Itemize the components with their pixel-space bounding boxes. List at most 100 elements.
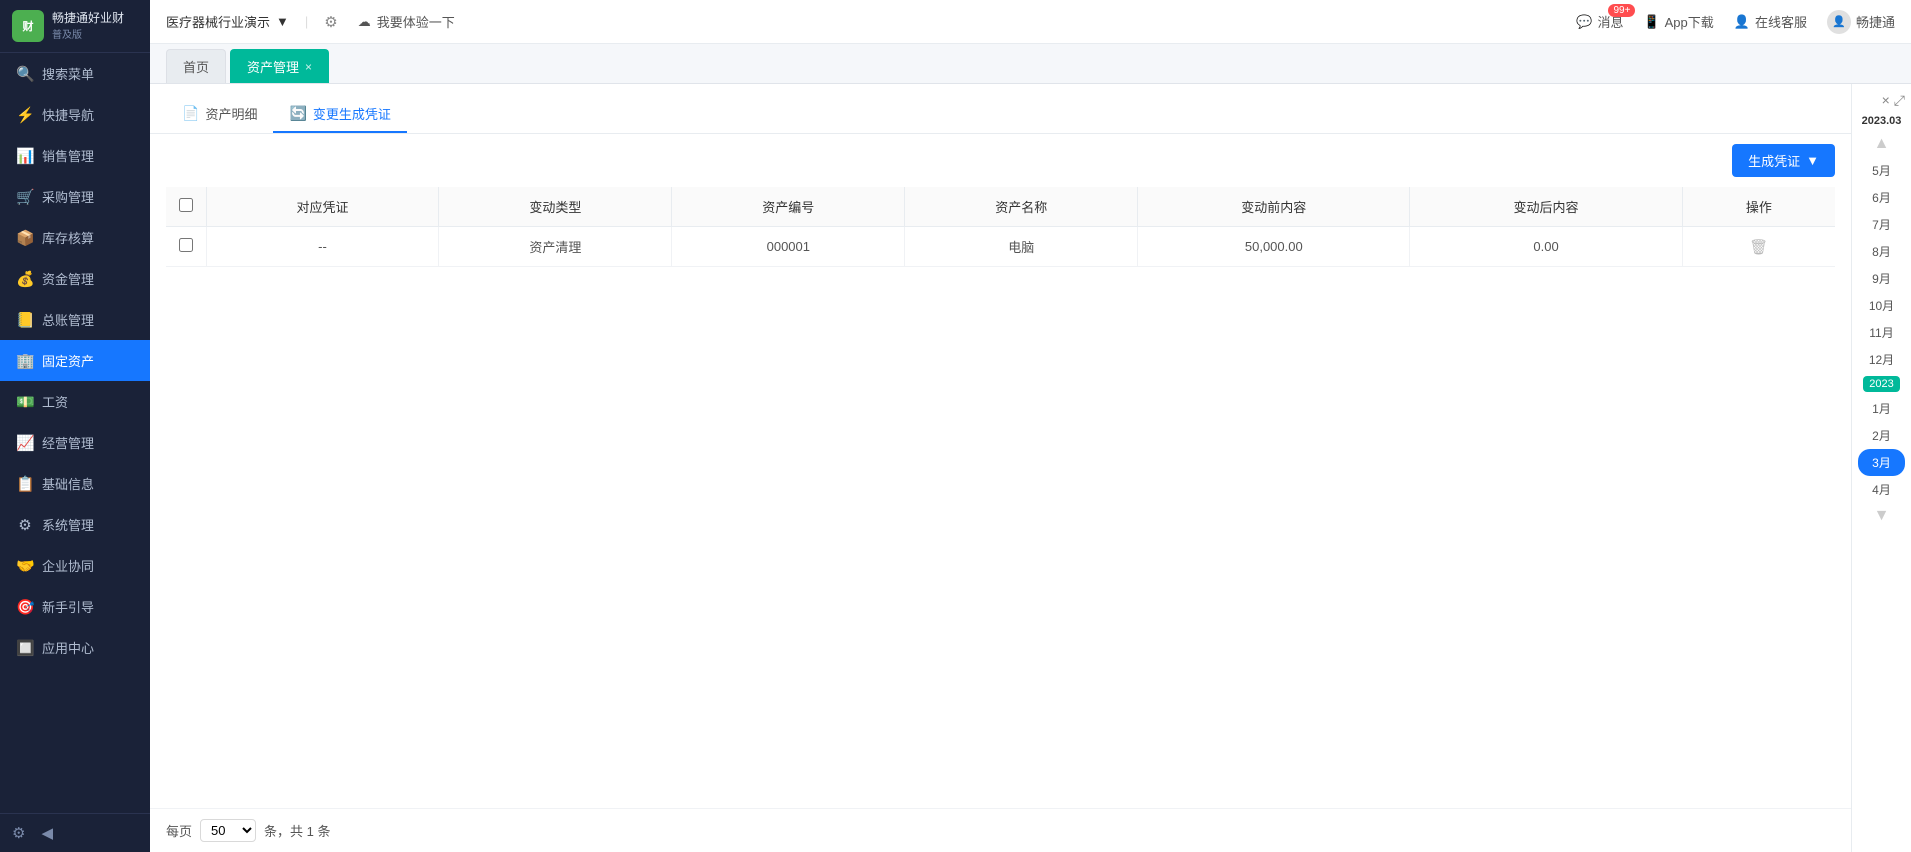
logo-icon: 财: [12, 10, 44, 42]
money-icon: 💰: [16, 270, 34, 288]
row-before-change: 50,000.00: [1138, 227, 1410, 267]
ledger-icon: 📒: [16, 311, 34, 329]
lightning-icon: ⚡: [16, 106, 34, 124]
right-panel-year-badge: 2023: [1863, 376, 1899, 392]
right-panel-month-7[interactable]: 7月: [1852, 211, 1911, 238]
row-asset-code: 000001: [672, 227, 905, 267]
sidebar-collapse-btn[interactable]: ◀: [41, 824, 53, 842]
generate-voucher-button[interactable]: 生成凭证 ▼: [1732, 144, 1835, 177]
sidebar-item-search[interactable]: 🔍 搜索菜单: [0, 53, 150, 94]
right-panel-month-2[interactable]: 2月: [1852, 422, 1911, 449]
phone-icon: 📱: [1643, 14, 1659, 30]
support-label: 在线客服: [1755, 12, 1807, 31]
row-after-change: 0.00: [1410, 227, 1682, 267]
col-asset-name: 资产名称: [905, 187, 1138, 227]
refresh-icon: 🔄: [289, 105, 306, 122]
tab-home-label: 首页: [183, 57, 209, 76]
sidebar-item-label: 采购管理: [42, 187, 94, 206]
right-panel-month-1[interactable]: 1月: [1852, 395, 1911, 422]
sidebar-item-payroll[interactable]: 💵 工资: [0, 381, 150, 422]
topbar: 医疗器械行业演示 ▼ | ⚙ ☁ 我要体验一下 💬 消息 99+ 📱 App下载…: [150, 0, 1911, 44]
sub-tab-change-voucher[interactable]: 🔄 变更生成凭证: [273, 96, 406, 133]
tab-asset-management-label: 资产管理: [247, 57, 299, 76]
asset-table: 对应凭证 变动类型 资产编号 资产名称 变动前内容 变动后内容 操作: [166, 187, 1835, 267]
right-panel-month-3-active[interactable]: 3月: [1858, 449, 1905, 476]
right-panel-month-6[interactable]: 6月: [1852, 184, 1911, 211]
tab-close-icon[interactable]: ×: [305, 60, 312, 74]
sidebar-item-operations[interactable]: 📈 经营管理: [0, 422, 150, 463]
right-panel-year-label: 2023.03: [1852, 113, 1911, 131]
content-area: 📄 资产明细 🔄 变更生成凭证 生成凭证 ▼: [150, 84, 1911, 852]
sidebar-item-label: 销售管理: [42, 146, 94, 165]
row-voucher: --: [206, 227, 439, 267]
delete-row-button[interactable]: 🗑: [1749, 239, 1768, 256]
sidebar-nav: 🔍 搜索菜单 ⚡ 快捷导航 📊 销售管理 🛒 采购管理 📦 库存核算 💰 资金管…: [0, 53, 150, 813]
experience-btn[interactable]: ☁ 我要体验一下: [358, 12, 455, 31]
page-size-select[interactable]: 50 10 20 100: [200, 819, 256, 842]
sidebar-item-basic-info[interactable]: 📋 基础信息: [0, 463, 150, 504]
message-icon: 💬: [1576, 14, 1592, 30]
right-panel-month-8[interactable]: 8月: [1852, 238, 1911, 265]
tabbar: 首页 资产管理 ×: [150, 44, 1911, 84]
cloud-icon: ☁: [358, 14, 371, 30]
logo-text: 畅捷通好业财: [52, 11, 124, 27]
table-body: -- 资产清理 000001 电脑 50,000.00 0.00 🗑: [166, 227, 1835, 267]
topbar-settings-icon[interactable]: ⚙: [324, 13, 337, 31]
topbar-divider: |: [305, 14, 308, 29]
user-menu-btn[interactable]: 👤 畅捷通: [1827, 10, 1895, 34]
right-panel-month-4[interactable]: 4月: [1852, 476, 1911, 503]
sidebar-item-label: 基础信息: [42, 474, 94, 493]
right-panel-month-11[interactable]: 11月: [1852, 319, 1911, 346]
sidebar-item-label: 固定资产: [42, 351, 94, 370]
row-checkbox-cell: [166, 227, 206, 267]
grid-icon: 🔲: [16, 639, 34, 657]
topbar-right: 💬 消息 99+ 📱 App下载 👤 在线客服 👤 畅捷通: [1576, 10, 1895, 34]
target-icon: 🎯: [16, 598, 34, 616]
col-before-change: 变动前内容: [1138, 187, 1410, 227]
sub-tab-asset-detail[interactable]: 📄 资产明细: [166, 96, 273, 133]
sidebar-item-inventory[interactable]: 📦 库存核算: [0, 217, 150, 258]
right-panel-close-icon[interactable]: ×: [1882, 92, 1890, 109]
sidebar-item-guide[interactable]: 🎯 新手引导: [0, 586, 150, 627]
sidebar-item-funds[interactable]: 💰 资金管理: [0, 258, 150, 299]
right-panel-month-9[interactable]: 9月: [1852, 265, 1911, 292]
right-panel-expand-icon[interactable]: ⤢: [1894, 92, 1905, 109]
message-btn[interactable]: 💬 消息 99+: [1576, 12, 1623, 31]
right-panel-month-12[interactable]: 12月: [1852, 346, 1911, 373]
sidebar-item-quick-nav[interactable]: ⚡ 快捷导航: [0, 94, 150, 135]
sidebar-item-fixed-assets[interactable]: 🏢 固定资产: [0, 340, 150, 381]
sidebar-item-label: 总账管理: [42, 310, 94, 329]
document-icon: 📄: [182, 105, 199, 122]
gear-icon: ⚙: [16, 516, 34, 534]
app-download-btn[interactable]: 📱 App下载: [1643, 12, 1713, 31]
right-panel-scroll-up-btn[interactable]: ▲: [1870, 131, 1894, 157]
headset-icon: 👤: [1734, 14, 1750, 30]
sidebar-item-system[interactable]: ⚙ 系统管理: [0, 504, 150, 545]
sidebar-item-sales[interactable]: 📊 销售管理: [0, 135, 150, 176]
right-panel-month-10[interactable]: 10月: [1852, 292, 1911, 319]
row-operation: 🗑: [1682, 227, 1835, 267]
right-panel-month-5[interactable]: 5月: [1852, 157, 1911, 184]
sidebar-item-app-center[interactable]: 🔲 应用中心: [0, 627, 150, 668]
sidebar-item-purchase[interactable]: 🛒 采购管理: [0, 176, 150, 217]
chevron-down-icon: ▼: [276, 14, 289, 29]
select-all-checkbox[interactable]: [179, 198, 193, 212]
sidebar-item-label: 经营管理: [42, 433, 94, 452]
sidebar-item-label: 工资: [42, 392, 68, 411]
company-selector[interactable]: 医疗器械行业演示 ▼: [166, 12, 289, 31]
row-asset-name: 电脑: [905, 227, 1138, 267]
sidebar-item-label: 系统管理: [42, 515, 94, 534]
row-checkbox[interactable]: [179, 238, 193, 252]
sidebar-item-ledger[interactable]: 📒 总账管理: [0, 299, 150, 340]
right-panel-scroll-down-btn[interactable]: ▼: [1870, 503, 1894, 529]
right-panel: × ⤢ 2023.03 ▲ 5月 6月 7月 8月 9月 10月 11月 12月…: [1851, 84, 1911, 852]
sidebar-item-label: 资金管理: [42, 269, 94, 288]
chart-icon: 📊: [16, 147, 34, 165]
payroll-icon: 💵: [16, 393, 34, 411]
support-btn[interactable]: 👤 在线客服: [1734, 12, 1807, 31]
tab-asset-management[interactable]: 资产管理 ×: [230, 49, 329, 83]
sidebar-item-enterprise[interactable]: 🤝 企业协同: [0, 545, 150, 586]
tab-home[interactable]: 首页: [166, 49, 226, 83]
sidebar-settings-btn[interactable]: ⚙: [12, 824, 25, 842]
logo-sub: 普及版: [52, 26, 124, 41]
